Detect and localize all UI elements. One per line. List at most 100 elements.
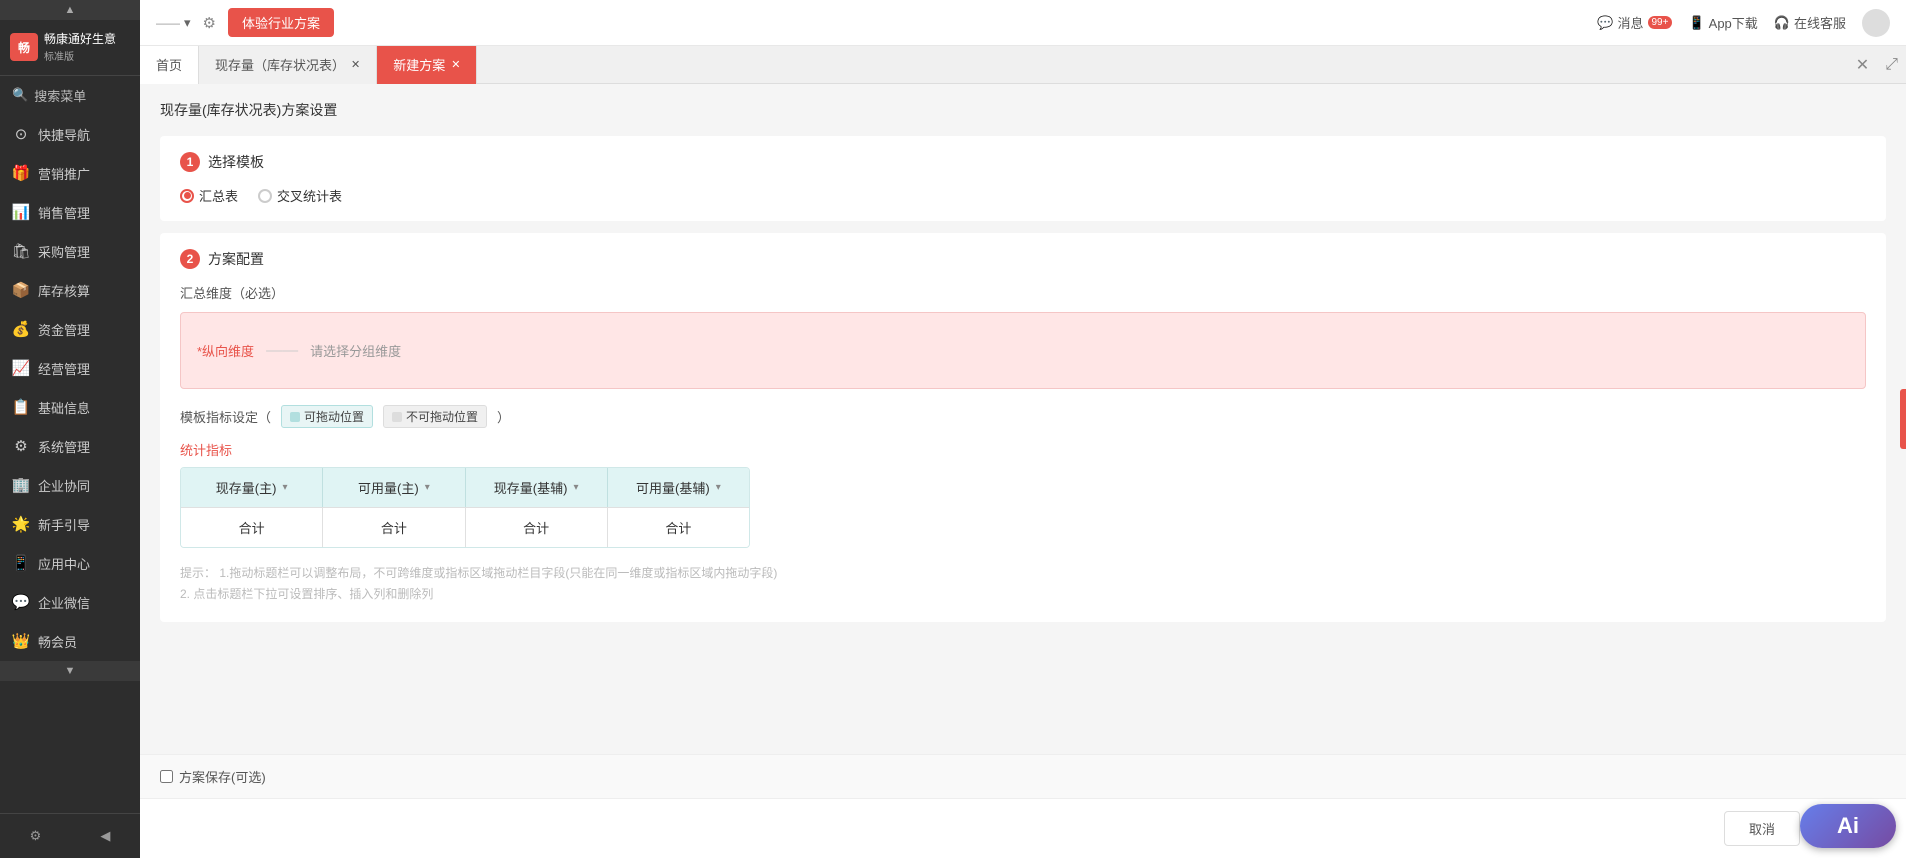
header-text: —— — [156, 16, 180, 30]
sidebar-item-system[interactable]: ⚙ 系统管理 — [0, 427, 140, 466]
tab-new-scheme[interactable]: 新建方案 ✕ — [377, 46, 477, 84]
sidebar-item-label: 采购管理 — [38, 242, 90, 261]
message-btn[interactable]: 💬 消息 99+ — [1597, 13, 1672, 32]
save-label[interactable]: 方案保存(可选) — [179, 767, 266, 786]
sidebar-logo: 畅 畅康通好生意 标准版 — [0, 20, 140, 76]
sidebar-scroll-bottom[interactable]: ▼ — [0, 661, 140, 681]
tab-inventory-close-icon[interactable]: ✕ — [351, 58, 360, 71]
sidebar-item-vip[interactable]: 👑 畅会员 — [0, 622, 140, 661]
sidebar-item-operations[interactable]: 📈 经营管理 — [0, 349, 140, 388]
page-content: 现存量(库存状况表)方案设置 1 选择模板 汇总表 交叉统计表 2 — [140, 84, 1906, 754]
sales-icon: 📊 — [12, 203, 30, 221]
indicator-settings: 模板指标设定（ 可拖动位置 不可拖动位置 ） — [180, 405, 1866, 428]
header-left: —— ▾ ⚙ 体验行业方案 — [156, 8, 334, 37]
collapse-btn[interactable]: ◀ — [94, 822, 116, 850]
tab-expand-btn[interactable]: ⤢ — [1877, 52, 1906, 78]
app-download-btn[interactable]: 📱 App下载 — [1688, 13, 1757, 32]
dimension-box[interactable]: *纵向维度 —— 请选择分组维度 — [180, 312, 1866, 389]
radio-cross[interactable]: 交叉统计表 — [258, 186, 342, 205]
template-radio-group: 汇总表 交叉统计表 — [180, 186, 1866, 205]
right-edge-indicator — [1900, 389, 1906, 449]
col-current-sub[interactable]: 现存量(基辅) ▾ — [466, 468, 608, 507]
finance-icon: 💰 — [12, 320, 30, 338]
cell-text: 合计 — [381, 518, 407, 537]
top-header: —— ▾ ⚙ 体验行业方案 💬 消息 99+ 📱 App下载 🎧 在线客服 — [140, 0, 1906, 46]
ai-badge[interactable]: Ai — [1800, 804, 1896, 848]
logo-badge: 标准版 — [44, 48, 116, 63]
cell-available-sub-sub: 合计 — [608, 508, 749, 547]
radio-summary-label: 汇总表 — [199, 186, 238, 205]
sidebar-item-label: 新手引导 — [38, 515, 90, 534]
sidebar-item-label: 营销推广 — [38, 164, 90, 183]
inventory-icon: 📦 — [12, 281, 30, 299]
stats-label: 统计指标 — [180, 440, 1866, 459]
tips-line1: 提示： 1.拖动标题栏可以调整布局，不可跨维度或指标区域拖动栏目字段(只能在同一… — [180, 564, 1866, 581]
header-settings-icon[interactable]: ⚙ — [203, 14, 216, 32]
settings-btn[interactable]: ⚙ — [24, 822, 48, 850]
step1-header: 1 选择模板 — [180, 152, 1866, 172]
sidebar-item-label: 应用中心 — [38, 554, 90, 573]
sidebar-item-new-guide[interactable]: 🌟 新手引导 — [0, 505, 140, 544]
col-current-main[interactable]: 现存量(主) ▾ — [181, 468, 323, 507]
sidebar-item-label: 经营管理 — [38, 359, 90, 378]
col-chevron-icon: ▾ — [282, 482, 287, 493]
sidebar-item-enterprise[interactable]: 🏢 企业协同 — [0, 466, 140, 505]
radio-cross-dot — [258, 189, 272, 203]
save-checkbox[interactable] — [160, 770, 173, 783]
tips-section: 提示： 1.拖动标题栏可以调整布局，不可跨维度或指标区域拖动栏目字段(只能在同一… — [180, 564, 1866, 602]
sidebar-item-label: 资金管理 — [38, 320, 90, 339]
message-label: 消息 — [1617, 13, 1643, 32]
tab-new-scheme-close-icon[interactable]: ✕ — [451, 58, 460, 71]
col-available-sub[interactable]: 可用量(基辅) ▾ — [608, 468, 749, 507]
radio-summary-dot — [180, 189, 194, 203]
trial-btn[interactable]: 体验行业方案 — [228, 8, 334, 37]
online-service-btn[interactable]: 🎧 在线客服 — [1774, 13, 1846, 32]
sidebar-item-label: 企业微信 — [38, 593, 90, 612]
service-icon: 🎧 — [1774, 15, 1790, 31]
search-icon: 🔍 — [12, 87, 28, 103]
user-avatar[interactable] — [1862, 9, 1890, 37]
base-info-icon: 📋 — [12, 398, 30, 416]
indicator-table-body-row: 合计 合计 合计 合计 — [181, 507, 749, 547]
tab-home[interactable]: 首页 — [140, 46, 199, 84]
vip-icon: 👑 — [12, 632, 30, 650]
sidebar-item-quick-nav[interactable]: ⊙ 快捷导航 — [0, 115, 140, 154]
sidebar-item-purchase[interactable]: 🛍 采购管理 — [0, 232, 140, 271]
indicator-settings-suffix: ） — [497, 407, 510, 426]
tab-inventory-status[interactable]: 现存量（库存状况表） ✕ — [199, 46, 377, 84]
sidebar-item-inventory[interactable]: 📦 库存核算 — [0, 271, 140, 310]
operations-icon: 📈 — [12, 359, 30, 377]
sidebar-item-app-center[interactable]: 📱 应用中心 — [0, 544, 140, 583]
dimension-divider: —— — [266, 342, 298, 360]
tab-close-btn[interactable]: ✕ — [1848, 51, 1877, 79]
sidebar-item-label: 基础信息 — [38, 398, 90, 417]
col-chevron-icon: ▾ — [425, 482, 430, 493]
step2-number: 2 — [180, 249, 200, 269]
enterprise-icon: 🏢 — [12, 476, 30, 494]
sidebar-scroll-top[interactable]: ▲ — [0, 0, 140, 20]
col-available-sub-label: 可用量(基辅) — [636, 478, 710, 497]
sidebar-item-wechat[interactable]: 💬 企业微信 — [0, 583, 140, 622]
sidebar-item-label: 库存核算 — [38, 281, 90, 300]
radio-summary[interactable]: 汇总表 — [180, 186, 238, 205]
tab-new-scheme-label: 新建方案 — [393, 55, 445, 74]
sidebar: ▲ 畅 畅康通好生意 标准版 🔍 搜索菜单 ⊙ 快捷导航 🎁 营销推广 📊 销售… — [0, 0, 140, 858]
non-movable-label: 不可拖动位置 — [406, 408, 478, 425]
message-icon: 💬 — [1597, 15, 1613, 31]
non-movable-swatch — [392, 412, 402, 422]
cancel-button[interactable]: 取消 — [1724, 811, 1800, 846]
online-service-label: 在线客服 — [1794, 13, 1846, 32]
sidebar-item-base-info[interactable]: 📋 基础信息 — [0, 388, 140, 427]
col-available-main[interactable]: 可用量(主) ▾ — [323, 468, 465, 507]
sidebar-item-finance[interactable]: 💰 资金管理 — [0, 310, 140, 349]
logo-title: 畅康通好生意 — [44, 32, 116, 48]
header-right: 💬 消息 99+ 📱 App下载 🎧 在线客服 — [1597, 9, 1890, 37]
col-chevron-icon: ▾ — [573, 482, 578, 493]
sidebar-search[interactable]: 🔍 搜索菜单 — [0, 76, 140, 115]
dimension-placeholder: 请选择分组维度 — [310, 341, 401, 360]
sidebar-item-sales[interactable]: 📊 销售管理 — [0, 193, 140, 232]
header-dropdown[interactable]: —— ▾ — [156, 15, 191, 31]
sidebar-item-marketing[interactable]: 🎁 营销推广 — [0, 154, 140, 193]
download-icon: 📱 — [1688, 15, 1704, 31]
footer-buttons: 取消 查询 — [140, 798, 1906, 858]
